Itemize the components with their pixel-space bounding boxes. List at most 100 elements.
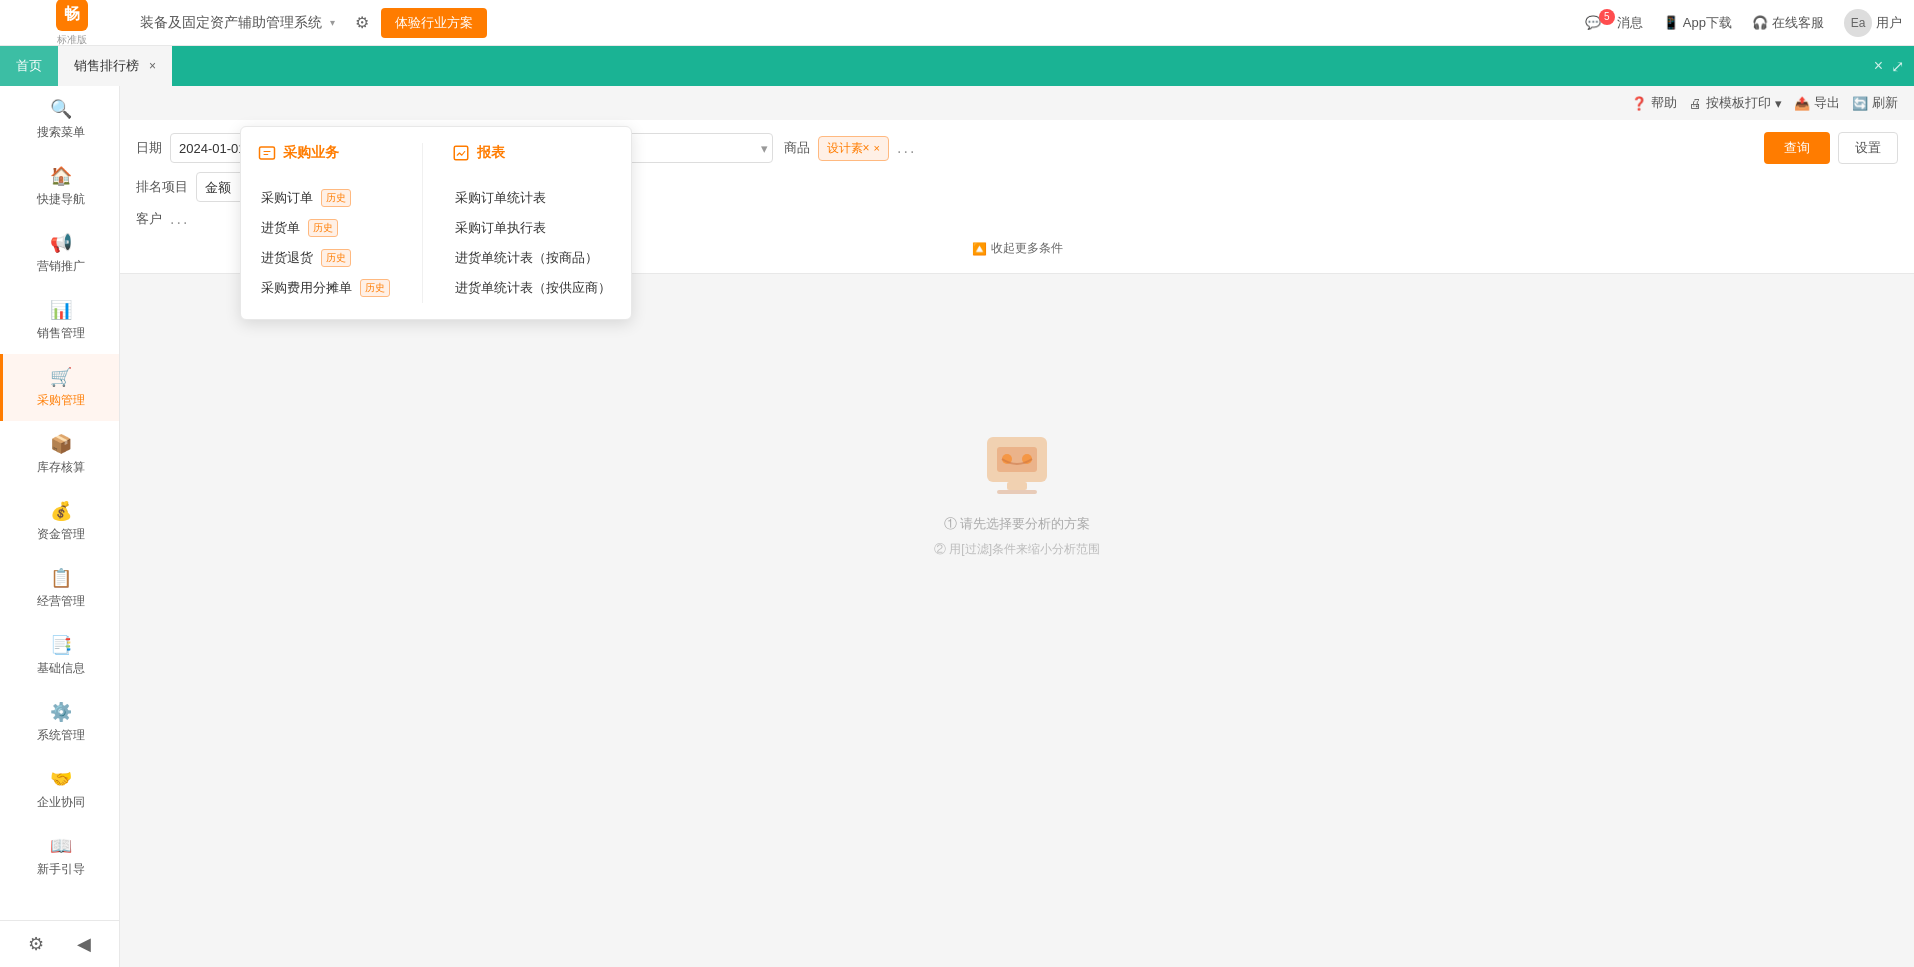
sidebar-label-guide: 新手引导 xyxy=(37,861,85,878)
help-icon: ❓ xyxy=(1631,96,1647,111)
sidebar-item-quicknav[interactable]: 🏠 快捷导航 xyxy=(0,153,119,220)
header-right: 💬 5 消息 📱 App下载 🎧 在线客服 Ea 用户 xyxy=(1585,9,1902,37)
print-btn[interactable]: 🖨 按模板打印 ▾ xyxy=(1689,94,1782,112)
report-2-label: 采购订单执行表 xyxy=(455,219,546,237)
dropdown-divider xyxy=(422,143,423,303)
collapse-arrow-icon: 🔼 xyxy=(972,242,987,256)
sidebar-label-system: 系统管理 xyxy=(37,727,85,744)
dropdown-item-cost[interactable]: 采购费用分摊单 历史 xyxy=(257,273,394,303)
goods-dots[interactable]: ... xyxy=(897,139,916,157)
industry-button[interactable]: 体验行业方案 xyxy=(381,8,487,38)
sidebar-bottom: ⚙ ◀ xyxy=(0,920,119,967)
sidebar-label-enterprise: 企业协同 xyxy=(37,794,85,811)
sidebar-label-basicinfo: 基础信息 xyxy=(37,660,85,677)
logo-text: 畅 xyxy=(64,4,80,25)
sidebar-item-capital[interactable]: 💰 资金管理 xyxy=(0,488,119,555)
tab-close-icon[interactable]: × xyxy=(149,59,156,73)
user-label: 用户 xyxy=(1876,14,1902,32)
dropdown-item-inbound[interactable]: 进货单 历史 xyxy=(257,213,394,243)
system-title-text: 装备及固定资产辅助管理系统 xyxy=(140,14,322,32)
dropdown-item-report-1[interactable]: 采购订单统计表 xyxy=(451,183,615,213)
history-badge-1: 历史 xyxy=(308,219,338,237)
sidebar-item-sales[interactable]: 📊 销售管理 xyxy=(0,287,119,354)
help-btn[interactable]: ❓ 帮助 xyxy=(1631,94,1677,112)
system-title-dropdown[interactable]: ▾ xyxy=(330,17,335,28)
tab-actions: × ⤢ xyxy=(1874,46,1914,86)
empty-hint-1: ① 请先选择要分析的方案 xyxy=(944,515,1091,533)
report-4-label: 进货单统计表（按供应商） xyxy=(455,279,611,297)
sidebar-settings-icon[interactable]: ⚙ xyxy=(28,933,44,955)
help-label: 帮助 xyxy=(1651,94,1677,112)
logo-icon: 畅 xyxy=(56,0,88,31)
purchase-section-title: 采购业务 xyxy=(257,143,394,171)
online-service-item[interactable]: 🎧 在线客服 xyxy=(1752,14,1824,32)
date-label: 日期 xyxy=(136,139,162,157)
capital-icon: 💰 xyxy=(50,500,72,522)
dropdown-menu: 采购业务 采购订单 历史 进货单 历史 进货退货 历史 采购费用分摊单 历史 xyxy=(240,126,632,320)
set-button[interactable]: 设置 xyxy=(1838,132,1898,164)
export-icon: 📤 xyxy=(1794,96,1810,111)
top-header: 畅 标准版 装备及固定资产辅助管理系统 ▾ ⚙ 体验行业方案 💬 5 消息 📱 … xyxy=(0,0,1914,46)
purchase-section-icon xyxy=(257,143,277,163)
user-initials: Ea xyxy=(1851,16,1866,30)
purchase-order-label: 采购订单 xyxy=(261,189,313,207)
enterprise-icon: 🤝 xyxy=(50,768,72,790)
tab-close-all-icon[interactable]: × xyxy=(1874,57,1883,75)
svg-rect-0 xyxy=(260,147,275,159)
purchase-section: 采购业务 采购订单 历史 进货单 历史 进货退货 历史 采购费用分摊单 历史 xyxy=(257,143,394,303)
tab-expand-icon[interactable]: ⤢ xyxy=(1891,57,1904,76)
tab-sales-rank[interactable]: 销售排行榜 × xyxy=(58,46,172,86)
refresh-icon: 🔄 xyxy=(1852,96,1868,111)
sidebar-item-purchase[interactable]: 🛒 采购管理 xyxy=(0,354,119,421)
guide-icon: 📖 xyxy=(50,835,72,857)
sidebar-collapse-icon[interactable]: ◀ xyxy=(77,933,91,955)
empty-state: ① 请先选择要分析的方案 ② 用[过滤]条件来缩小分析范围 xyxy=(120,282,1914,682)
voucher-status-select[interactable] xyxy=(613,133,773,163)
sidebar-item-enterprise[interactable]: 🤝 企业协同 xyxy=(0,756,119,823)
headset-icon: 🎧 xyxy=(1752,15,1768,30)
sidebar-label-marketing: 营销推广 xyxy=(37,258,85,275)
home-icon: 🏠 xyxy=(50,165,72,187)
sidebar-item-marketing[interactable]: 📢 营销推广 xyxy=(0,220,119,287)
app-download-item[interactable]: 📱 App下载 xyxy=(1663,14,1732,32)
content-area: 采购业务 采购订单 历史 进货单 历史 进货退货 历史 采购费用分摊单 历史 xyxy=(120,86,1914,967)
settings-icon[interactable]: ⚙ xyxy=(355,13,369,32)
purchase-icon: 🛒 xyxy=(50,366,72,388)
toolbar: ❓ 帮助 🖨 按模板打印 ▾ 📤 导出 🔄 刷新 xyxy=(120,86,1914,120)
sidebar-label-inventory: 库存核算 xyxy=(37,459,85,476)
dropdown-item-report-4[interactable]: 进货单统计表（按供应商） xyxy=(451,273,615,303)
sidebar-item-guide[interactable]: 📖 新手引导 xyxy=(0,823,119,890)
system-icon: ⚙️ xyxy=(50,701,72,723)
report-section-label: 报表 xyxy=(477,144,505,162)
dropdown-item-return[interactable]: 进货退货 历史 xyxy=(257,243,394,273)
tab-home[interactable]: 首页 xyxy=(0,46,58,86)
query-button[interactable]: 查询 xyxy=(1764,132,1830,164)
print-dropdown-icon[interactable]: ▾ xyxy=(1775,96,1782,111)
sidebar-item-operations[interactable]: 📋 经营管理 xyxy=(0,555,119,622)
dropdown-item-report-2[interactable]: 采购订单执行表 xyxy=(451,213,615,243)
return-label: 进货退货 xyxy=(261,249,313,267)
rank-item-label: 排名项目 xyxy=(136,178,188,196)
user-item[interactable]: Ea 用户 xyxy=(1844,9,1902,37)
empty-hint-2: ② 用[过滤]条件来缩小分析范围 xyxy=(934,541,1100,558)
dropdown-item-report-3[interactable]: 进货单统计表（按商品） xyxy=(451,243,615,273)
print-label: 按模板打印 xyxy=(1706,94,1771,112)
customer-dots[interactable]: ... xyxy=(170,210,189,228)
sidebar-item-system[interactable]: ⚙️ 系统管理 xyxy=(0,689,119,756)
sidebar-item-inventory[interactable]: 📦 库存核算 xyxy=(0,421,119,488)
marketing-icon: 📢 xyxy=(50,232,72,254)
cost-label: 采购费用分摊单 xyxy=(261,279,352,297)
goods-tag-close[interactable]: × xyxy=(874,142,880,154)
report-section-icon xyxy=(451,143,471,163)
refresh-btn[interactable]: 🔄 刷新 xyxy=(1852,94,1898,112)
svg-rect-1 xyxy=(454,146,468,160)
message-label: 消息 xyxy=(1617,14,1643,32)
online-service-label: 在线客服 xyxy=(1772,14,1824,32)
sales-icon: 📊 xyxy=(50,299,72,321)
svg-rect-7 xyxy=(997,490,1037,494)
dropdown-item-purchase-order[interactable]: 采购订单 历史 xyxy=(257,183,394,213)
export-btn[interactable]: 📤 导出 xyxy=(1794,94,1840,112)
sidebar-item-search[interactable]: 🔍 搜索菜单 xyxy=(0,86,119,153)
sidebar-item-basicinfo[interactable]: 📑 基础信息 xyxy=(0,622,119,689)
message-item[interactable]: 💬 5 消息 xyxy=(1585,14,1643,32)
